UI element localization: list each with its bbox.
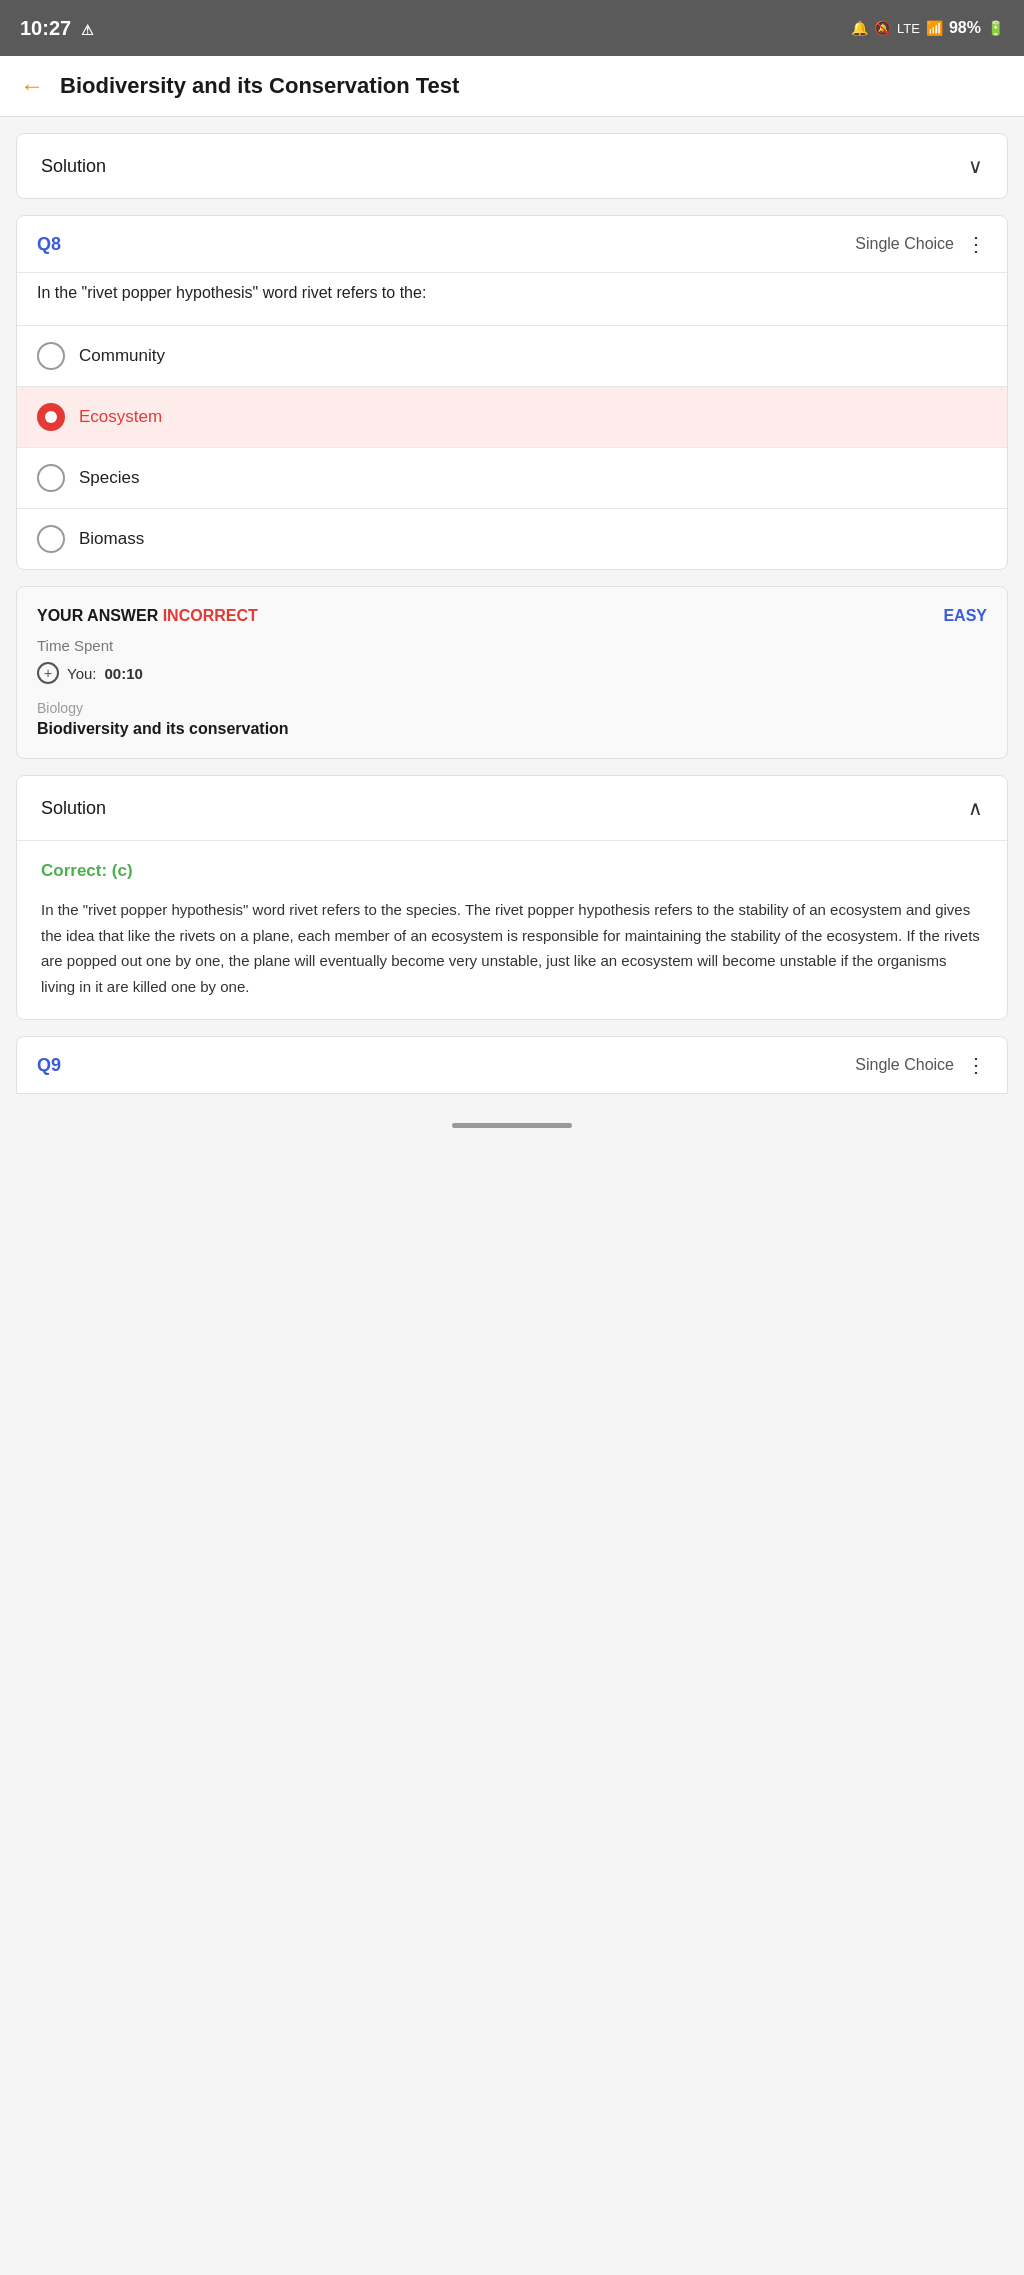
signal-icon: LTE (897, 21, 920, 36)
status-bar: 10:27 ⚠ 🔔 🔕 LTE 📶 98% 🔋 (0, 0, 1024, 56)
answer-result-card: YOUR ANSWER INCORRECT EASY Time Spent + … (16, 586, 1008, 759)
option-d[interactable]: Biomass (17, 508, 1007, 569)
incorrect-label: INCORRECT (163, 607, 258, 624)
solution-text: In the "rivet popper hypothesis" word ri… (41, 897, 983, 999)
mute-icon: 🔕 (874, 20, 891, 36)
option-c-text: Species (79, 468, 139, 488)
solution-collapsed-section[interactable]: Solution ∨ (16, 133, 1008, 199)
question-9-more-options[interactable]: ⋮ (966, 1053, 987, 1077)
back-button[interactable]: ← (20, 72, 44, 100)
status-time: 10:27 ⚠ (20, 17, 94, 40)
main-content: Solution ∨ Q8 Single Choice ⋮ In the "ri… (0, 117, 1024, 1110)
alarm-icon: 🔔 (851, 20, 868, 36)
question-9-type: Single Choice (855, 1056, 954, 1074)
radio-c (37, 464, 65, 492)
correct-answer-label: Correct: (c) (41, 861, 983, 881)
solution-expanded-label: Solution (41, 798, 106, 819)
status-right: 🔔 🔕 LTE 📶 98% 🔋 (851, 19, 1004, 37)
time-spent-label: Time Spent (37, 637, 987, 654)
solution-body: Correct: (c) In the "rivet popper hypoth… (17, 841, 1007, 1019)
question-9-number: Q9 (37, 1055, 61, 1076)
question-8-text: In the "rivet popper hypothesis" word ri… (17, 272, 1007, 325)
battery-indicator: 98% (949, 19, 981, 37)
option-a-text: Community (79, 346, 165, 366)
chevron-down-icon: ∨ (968, 154, 983, 178)
option-d-text: Biomass (79, 529, 144, 549)
time-row: + You: 00:10 (37, 662, 987, 684)
wifi-icon: 📶 (926, 20, 943, 36)
your-answer-label: YOUR ANSWER (37, 607, 158, 624)
subject-label: Biology (37, 700, 987, 716)
more-options-button[interactable]: ⋮ (966, 232, 987, 256)
you-label: You: (67, 665, 96, 682)
option-c[interactable]: Species (17, 447, 1007, 508)
answer-status-row: YOUR ANSWER INCORRECT EASY (37, 607, 987, 625)
radio-d (37, 525, 65, 553)
question-8-card: Q8 Single Choice ⋮ In the "rivet popper … (16, 215, 1008, 570)
radio-a (37, 342, 65, 370)
clock-icon: + (37, 662, 59, 684)
topic-label: Biodiversity and its conservation (37, 720, 987, 738)
options-container: Community Ecosystem Species Biomass (17, 325, 1007, 569)
answer-status-left: YOUR ANSWER INCORRECT (37, 607, 258, 625)
question-8-type-row: Single Choice ⋮ (855, 232, 987, 256)
option-b[interactable]: Ecosystem (17, 386, 1007, 447)
option-b-text: Ecosystem (79, 407, 162, 427)
home-indicator (452, 1123, 572, 1128)
question-9-card: Q9 Single Choice ⋮ (16, 1036, 1008, 1094)
difficulty-badge: EASY (943, 607, 987, 625)
bottom-bar (0, 1110, 1024, 1140)
question-9-type-row: Single Choice ⋮ (855, 1053, 987, 1077)
radio-b (37, 403, 65, 431)
solution-header-expanded[interactable]: Solution ∧ (17, 776, 1007, 841)
option-a[interactable]: Community (17, 325, 1007, 386)
page-title: Biodiversity and its Conservation Test (60, 73, 459, 99)
time-value: 00:10 (104, 665, 142, 682)
question-8-number: Q8 (37, 234, 61, 255)
page-header: ← Biodiversity and its Conservation Test (0, 56, 1024, 117)
question-8-header: Q8 Single Choice ⋮ (17, 216, 1007, 272)
chevron-up-icon: ∧ (968, 796, 983, 820)
solution-expanded-section: Solution ∧ Correct: (c) In the "rivet po… (16, 775, 1008, 1020)
question-8-type: Single Choice (855, 235, 954, 253)
solution-collapsed-label: Solution (41, 156, 106, 177)
battery-icon: 🔋 (987, 20, 1004, 36)
